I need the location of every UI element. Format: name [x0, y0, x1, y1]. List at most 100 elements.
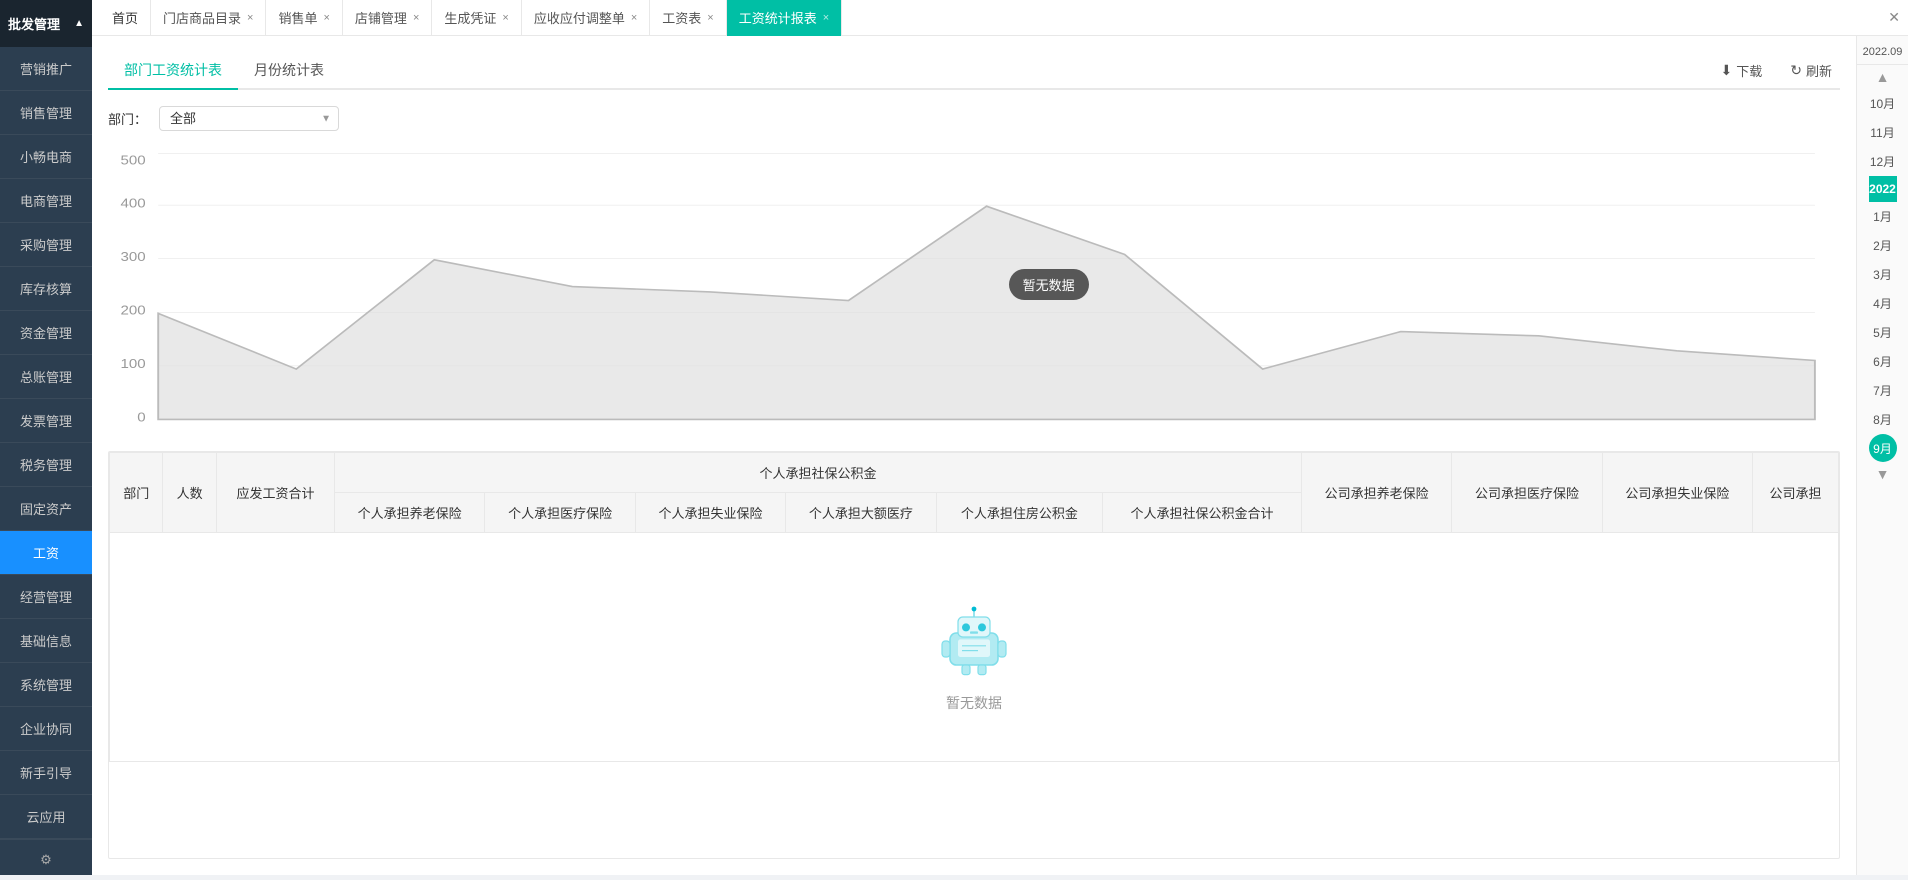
refresh-button[interactable]: ↻ 刷新 [1782, 57, 1840, 84]
date-item[interactable]: 10月 [1869, 89, 1897, 118]
sidebar-item-销售管理[interactable]: 销售管理 [0, 91, 92, 135]
date-panel-header: 2022.09 [1857, 40, 1908, 65]
refresh-label: 刷新 [1806, 61, 1832, 80]
sidebar-item-发票管理[interactable]: 发票管理 [0, 399, 92, 443]
date-item[interactable]: 2月 [1869, 231, 1897, 260]
sidebar-title: 批发管理 [8, 14, 60, 33]
date-item[interactable]: 7月 [1869, 376, 1897, 405]
th-personal6: 个人承担社保公积金合计 [1103, 493, 1302, 533]
toolbar: ⬇ 下载 ↻ 刷新 [1713, 57, 1841, 84]
close-icon[interactable]: ✕ [1888, 9, 1900, 26]
tab-bar-close[interactable]: ✕ [1888, 9, 1900, 26]
th-personal4: 个人承担大额医疗 [786, 493, 936, 533]
tab-label: 首页 [112, 8, 138, 27]
tab-label: 生成凭证 [444, 8, 496, 27]
sidebar-item-工资[interactable]: 工资 [0, 531, 92, 575]
date-item[interactable]: 11月 [1869, 118, 1897, 147]
date-item[interactable]: 1月 [1869, 202, 1897, 231]
tab-店铺管理[interactable]: 店铺管理 × [343, 0, 432, 36]
tab-label: 销售单 [278, 8, 317, 27]
tab-生成凭证[interactable]: 生成凭证 × [432, 0, 521, 36]
tab-销售单[interactable]: 销售单 × [266, 0, 342, 36]
date-item[interactable]: 4月 [1869, 289, 1897, 318]
download-label: 下载 [1736, 61, 1762, 80]
sidebar-item-采购管理[interactable]: 采购管理 [0, 223, 92, 267]
sidebar-item-总账管理[interactable]: 总账管理 [0, 355, 92, 399]
date-item[interactable]: 5月 [1869, 318, 1897, 347]
sidebar-item-资金管理[interactable]: 资金管理 [0, 311, 92, 355]
tab-close-icon[interactable]: × [707, 12, 713, 24]
sidebar-item-企业协同[interactable]: 企业协同 [0, 707, 92, 751]
date-item[interactable]: 6月 [1869, 347, 1897, 376]
tab-label: 店铺管理 [355, 8, 407, 27]
sidebar-item-固定资产[interactable]: 固定资产 [0, 487, 92, 531]
empty-state-row: 暂无数据 [110, 533, 1839, 762]
tab-工资表[interactable]: 工资表× [650, 0, 726, 36]
sidebar-item-库存核算[interactable]: 库存核算 [0, 267, 92, 311]
svg-text:100: 100 [121, 356, 146, 371]
download-button[interactable]: ⬇ 下载 [1713, 57, 1771, 84]
sidebar-item-新手引导[interactable]: 新手引导 [0, 751, 92, 795]
date-item-selected[interactable]: 9月 [1869, 434, 1897, 462]
empty-icon [934, 601, 1014, 681]
tab-close-icon[interactable]: × [413, 12, 419, 24]
date-item[interactable]: 3月 [1869, 260, 1897, 289]
department-select-wrapper: 全部 [159, 106, 339, 131]
tab-label: 门店商品目录 [163, 8, 241, 27]
settings-icon: ⚙ [40, 852, 52, 867]
tab-label: 工资统计报表 [739, 8, 817, 27]
sub-tabs: 部门工资统计表月份统计表 ⬇ 下载 ↻ 刷新 [108, 52, 1840, 90]
th-company3: 公司承担失业保险 [1602, 453, 1752, 533]
refresh-icon: ↻ [1790, 62, 1802, 79]
th-company1: 公司承担养老保险 [1301, 453, 1451, 533]
chart-container: 0 100 200 300 400 500 [108, 143, 1840, 443]
tab-工资统计报表[interactable]: 工资统计报表 × [727, 0, 842, 36]
download-icon: ⬇ [1721, 62, 1733, 79]
sidebar-item-经营管理[interactable]: 经营管理 [0, 575, 92, 619]
sub-tab-部门工资统计表[interactable]: 部门工资统计表 [108, 52, 238, 90]
content-area: 部门工资统计表月份统计表 ⬇ 下载 ↻ 刷新 部门： 全 [92, 36, 1908, 875]
sidebar-item-税务管理[interactable]: 税务管理 [0, 443, 92, 487]
sidebar: 批发管理 ▲ 营销推广销售管理小畅电商电商管理采购管理库存核算资金管理总账管理发… [0, 0, 92, 875]
data-table: 部门 人数 应发工资合计 个人承担社保公积金 公司承担养老保险 公司承担医疗保险… [109, 452, 1839, 762]
empty-state: 暂无数据 [118, 541, 1830, 753]
th-personal3: 个人承担失业保险 [635, 493, 785, 533]
date-nav-up[interactable]: ▲ [1857, 65, 1908, 89]
tab-close-icon[interactable]: × [247, 12, 253, 24]
sidebar-item-营销推广[interactable]: 营销推广 [0, 47, 92, 91]
svg-text:0: 0 [137, 410, 146, 425]
th-personal5: 个人承担住房公积金 [936, 493, 1103, 533]
sidebar-header[interactable]: 批发管理 ▲ [0, 0, 92, 47]
date-nav-down[interactable]: ▼ [1857, 462, 1908, 486]
th-personal2: 个人承担医疗保险 [485, 493, 635, 533]
date-year-label: 2022 [1869, 176, 1897, 202]
th-company2: 公司承担医疗保险 [1452, 453, 1602, 533]
filter-label: 部门： [108, 109, 147, 128]
th-personal1: 个人承担养老保险 [334, 493, 484, 533]
sidebar-item-系统管理[interactable]: 系统管理 [0, 663, 92, 707]
tab-close-icon[interactable]: × [502, 12, 508, 24]
tab-应收应付调整单[interactable]: 应收应付调整单× [522, 0, 650, 36]
tab-close-icon[interactable]: × [631, 12, 637, 24]
date-item[interactable]: 12月 [1869, 147, 1897, 176]
sidebar-item-基础信息[interactable]: 基础信息 [0, 619, 92, 663]
table-wrapper[interactable]: 部门 人数 应发工资合计 个人承担社保公积金 公司承担养老保险 公司承担医疗保险… [108, 451, 1840, 859]
svg-text:500: 500 [121, 152, 146, 167]
sidebar-item-电商管理[interactable]: 电商管理 [0, 179, 92, 223]
department-select[interactable]: 全部 [159, 106, 339, 131]
tab-门店商品目录[interactable]: 门店商品目录 × [151, 0, 266, 36]
svg-text:400: 400 [121, 195, 146, 210]
sidebar-item-小畅电商[interactable]: 小畅电商 [0, 135, 92, 179]
tab-close-icon[interactable]: × [823, 12, 829, 24]
tab-首页[interactable]: 首页 [100, 0, 151, 36]
th-department: 部门 [110, 453, 163, 533]
main-area: 首页门店商品目录×销售单×店铺管理×生成凭证×应收应付调整单×工资表×工资统计报… [92, 0, 1908, 875]
svg-text:300: 300 [121, 249, 146, 264]
date-item[interactable]: 8月 [1869, 405, 1897, 434]
tab-close-icon[interactable]: × [323, 12, 329, 24]
sub-tab-月份统计表[interactable]: 月份统计表 [238, 52, 340, 90]
sidebar-settings[interactable]: ⚙ [0, 839, 92, 880]
th-company4: 公司承担 [1753, 453, 1839, 533]
sidebar-item-云应用[interactable]: 云应用 [0, 795, 92, 839]
th-people: 人数 [163, 453, 216, 533]
